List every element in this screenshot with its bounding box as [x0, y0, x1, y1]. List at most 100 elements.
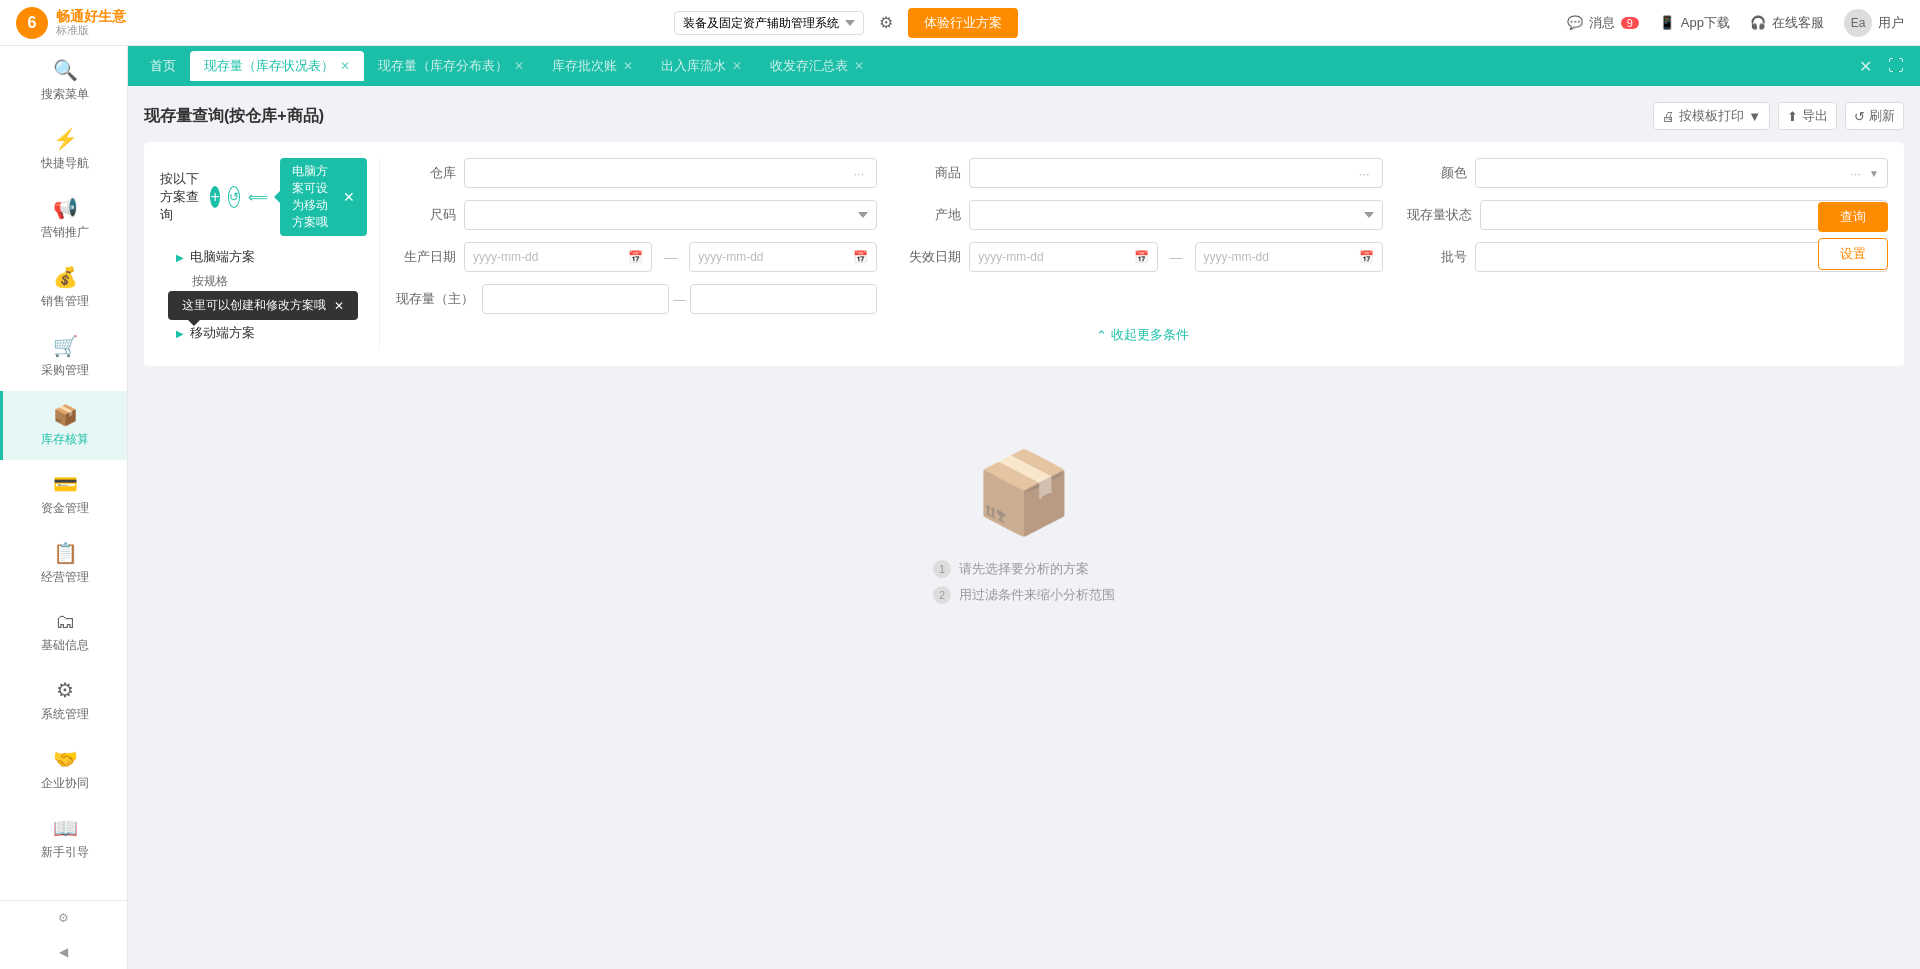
add-scheme-btn[interactable]: + [210, 186, 220, 208]
produce-date-end[interactable]: yyyy-mm-dd 📅 [689, 242, 877, 272]
tab-batch-ledger-close[interactable]: ✕ [623, 59, 633, 73]
system-icon: ⚙ [56, 678, 74, 702]
sidebar-item-operation[interactable]: 📋 经营管理 [0, 529, 127, 598]
calendar-icon-produce-start: 📅 [628, 250, 643, 264]
scheme-group-desktop-label: 电脑端方案 [190, 248, 255, 266]
tab-inout-flow[interactable]: 出入库流水 ✕ [647, 51, 756, 81]
sidebar-item-label-finance: 资金管理 [41, 500, 89, 517]
app-name: 畅通好生意 [56, 8, 126, 25]
empty-state: 📦 1 请先选择要分析的方案 2 用过滤条件来缩小分析范围 [144, 366, 1904, 684]
user-label: 用户 [1878, 14, 1904, 32]
finance-icon: 💳 [53, 472, 78, 496]
edit-tooltip-close[interactable]: ✕ [334, 299, 344, 313]
message-badge: 9 [1621, 17, 1639, 29]
tab-inventory-status-label: 现存量（库存状况表） [204, 57, 334, 75]
empty-hint-2: 2 用过滤条件来缩小分析范围 [933, 586, 1115, 604]
chevron-up-icon: ⌃ [1096, 328, 1107, 343]
stock-main-min[interactable] [482, 284, 669, 314]
refresh-icon: ↺ [1854, 109, 1865, 124]
sidebar-item-label-search-menu: 搜索菜单 [41, 86, 89, 103]
tab-inout-flow-label: 出入库流水 [661, 57, 726, 75]
scheme-group-desktop-header[interactable]: ▶ 电脑端方案 [168, 244, 367, 270]
size-select[interactable] [464, 200, 877, 230]
sidebar-item-quick-nav[interactable]: ⚡ 快捷导航 [0, 115, 127, 184]
sidebar-item-label-quick-nav: 快捷导航 [41, 155, 89, 172]
basic-info-icon: 🗂 [55, 610, 75, 633]
calendar-icon-expire-start: 📅 [1134, 250, 1149, 264]
sidebar-item-purchase[interactable]: 🛒 采购管理 [0, 322, 127, 391]
origin-select[interactable] [969, 200, 1382, 230]
quick-nav-icon: ⚡ [53, 127, 78, 151]
app-version: 标准版 [56, 24, 126, 37]
avatar: Ea [1844, 9, 1872, 37]
message-icon: 💬 [1567, 15, 1583, 30]
sidebar-item-inventory[interactable]: 📦 库存核算 [0, 391, 127, 460]
color-dropdown-icon[interactable]: ▼ [1869, 168, 1879, 179]
sidebar-item-sales[interactable]: 💰 销售管理 [0, 253, 127, 322]
user-action[interactable]: Ea 用户 [1844, 9, 1904, 37]
sidebar-collapse-btn[interactable]: ◀ [0, 935, 127, 969]
tab-window-maximize[interactable]: ⛶ [1880, 53, 1912, 79]
sidebar-item-label-marketing: 营销推广 [41, 224, 89, 241]
filter-label: 按以下方案查询 [160, 170, 202, 224]
export-btn[interactable]: ⬆ 导出 [1778, 102, 1837, 130]
app-logo-icon: 6 [16, 7, 48, 39]
tab-inventory-status[interactable]: 现存量（库存状况表） ✕ [190, 51, 364, 81]
template-print-btn[interactable]: 🖨 按模板打印 ▼ [1653, 102, 1770, 130]
toggle-icon: ▶ [176, 252, 184, 263]
scheme-group-mobile-label: 移动端方案 [190, 324, 255, 342]
sidebar-item-search-menu[interactable]: 🔍 搜索菜单 [0, 46, 127, 115]
scheme-tooltip-close[interactable]: ✕ [343, 189, 355, 205]
headset-icon: 🎧 [1750, 15, 1766, 30]
online-service-action[interactable]: 🎧 在线客服 [1750, 14, 1824, 32]
stock-status-field: 现存量状态 [1407, 200, 1888, 230]
app-download-action[interactable]: 📱 App下载 [1659, 14, 1730, 32]
tab-window-close[interactable]: ✕ [1851, 53, 1880, 80]
sidebar-item-system[interactable]: ⚙ 系统管理 [0, 666, 127, 735]
system-selector[interactable]: 装备及固定资产辅助管理系统 [674, 11, 864, 35]
gear-button[interactable]: ⚙ [872, 9, 900, 37]
purchase-icon: 🛒 [53, 334, 78, 358]
tab-home[interactable]: 首页 [136, 51, 190, 81]
sidebar-bottom-settings[interactable]: ⚙ [0, 901, 127, 935]
tab-inout-flow-close[interactable]: ✕ [732, 59, 742, 73]
expire-date-start[interactable]: yyyy-mm-dd 📅 [969, 242, 1157, 272]
sidebar-item-guide[interactable]: 📖 新手引导 [0, 804, 127, 873]
app-download-label: App下载 [1681, 14, 1730, 32]
tab-recv-summary[interactable]: 收发存汇总表 ✕ [756, 51, 878, 81]
tab-batch-ledger[interactable]: 库存批次账 ✕ [538, 51, 647, 81]
settings-btn[interactable]: 设置 [1818, 238, 1888, 270]
message-label: 消息 [1589, 14, 1615, 32]
collapse-btn[interactable]: ⌃ 收起更多条件 [1096, 326, 1189, 344]
export-icon: ⬆ [1787, 109, 1798, 124]
guide-icon: 📖 [53, 816, 78, 840]
warehouse-dots[interactable]: ··· [849, 166, 868, 181]
scheme-item-by-spec[interactable]: 按规格 [168, 270, 367, 293]
message-action[interactable]: 💬 消息 9 [1567, 14, 1639, 32]
produce-date-start[interactable]: yyyy-mm-dd 📅 [464, 242, 652, 272]
origin-field: 产地 [901, 200, 1382, 230]
stock-main-max[interactable] [690, 284, 877, 314]
sidebar-item-label-operation: 经营管理 [41, 569, 89, 586]
tab-inventory-status-close[interactable]: ✕ [340, 59, 350, 73]
sidebar-item-marketing[interactable]: 📢 营销推广 [0, 184, 127, 253]
sidebar-item-basic-info[interactable]: 🗂 基础信息 [0, 598, 127, 666]
batch-field: 批号 [1407, 242, 1888, 272]
query-btn[interactable]: 查询 [1818, 202, 1888, 232]
color-dots[interactable]: ··· [1846, 166, 1865, 181]
sidebar-item-enterprise[interactable]: 🤝 企业协同 [0, 735, 127, 804]
tab-inventory-dist[interactable]: 现存量（库存分布表） ✕ [364, 51, 538, 81]
printer-icon: 🖨 [1662, 109, 1675, 124]
tab-inventory-dist-close[interactable]: ✕ [514, 59, 524, 73]
refresh-scheme-btn[interactable]: ↺ [228, 186, 240, 208]
tab-home-label: 首页 [150, 57, 176, 75]
expire-date-end[interactable]: yyyy-mm-dd 📅 [1195, 242, 1383, 272]
back-btn[interactable]: ⟸ [248, 186, 268, 208]
stock-main-field: 现存量（主） — [396, 284, 877, 314]
industry-btn[interactable]: 体验行业方案 [908, 8, 1018, 38]
inventory-icon: 📦 [53, 403, 78, 427]
goods-dots[interactable]: ··· [1355, 166, 1374, 181]
tab-recv-summary-close[interactable]: ✕ [854, 59, 864, 73]
refresh-btn[interactable]: ↺ 刷新 [1845, 102, 1904, 130]
sidebar-item-finance[interactable]: 💳 资金管理 [0, 460, 127, 529]
